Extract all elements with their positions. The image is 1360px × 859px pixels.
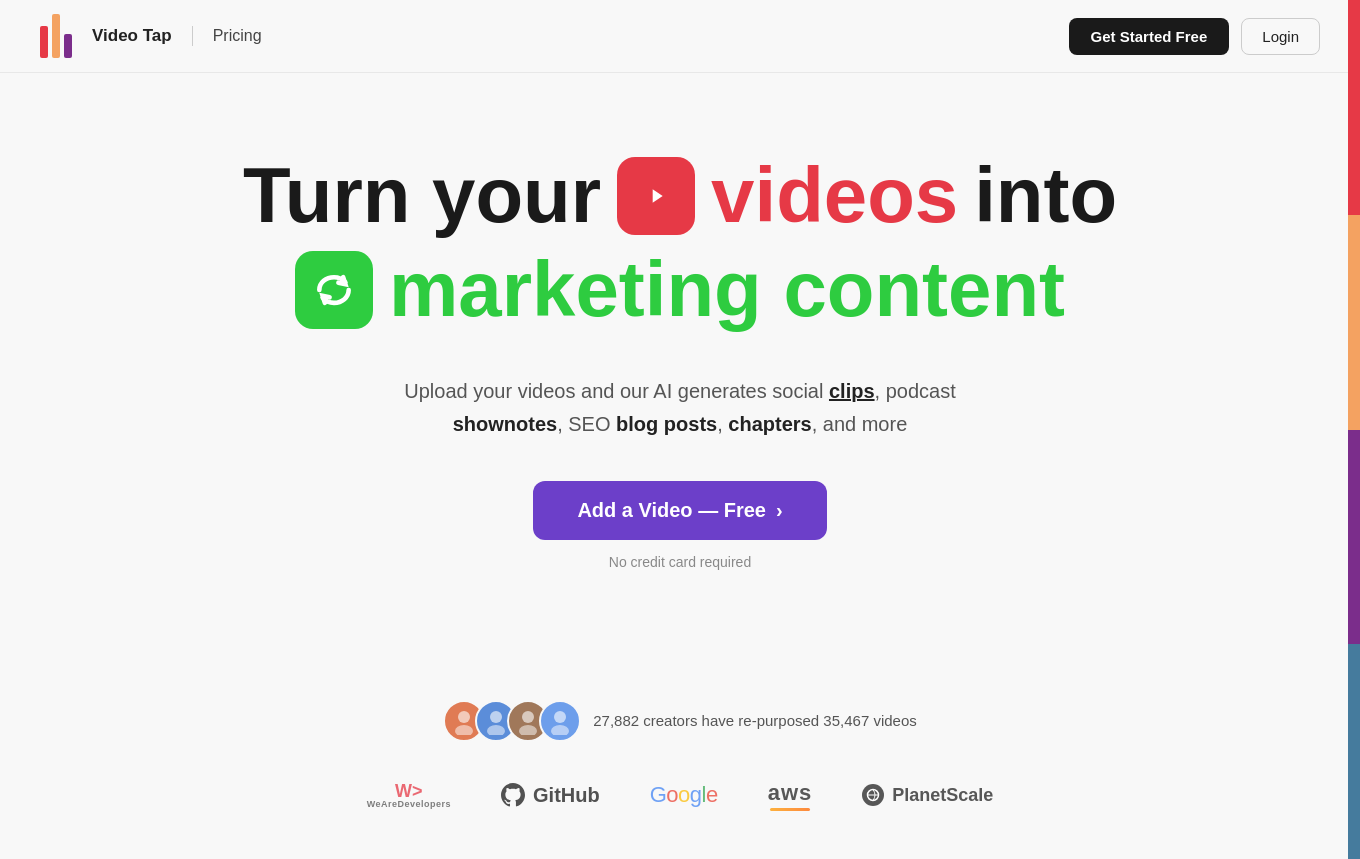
get-started-button[interactable]: Get Started Free: [1069, 18, 1230, 55]
hero-section: Turn your videos into market: [0, 73, 1360, 630]
svg-point-7: [519, 725, 537, 735]
svg-point-6: [522, 711, 534, 723]
subtext-clips: clips: [829, 380, 875, 402]
svg-point-2: [458, 711, 470, 723]
subtext-mid: , podcast: [875, 380, 956, 402]
subtext-seo: , SEO: [557, 413, 616, 435]
no-credit-card-text: No credit card required: [609, 554, 751, 570]
svg-point-8: [554, 711, 566, 723]
cta-button[interactable]: Add a Video — Free ›: [533, 481, 826, 540]
headline-line2: marketing content: [243, 247, 1117, 333]
nav-divider: [192, 26, 193, 46]
svg-point-5: [487, 725, 505, 735]
right-edge-decoration: [1348, 0, 1360, 859]
brand-github: GitHub: [501, 783, 600, 807]
subtext-end: , and more: [812, 413, 908, 435]
headline-turn: Turn your: [243, 153, 601, 239]
nav-right: Get Started Free Login: [1069, 18, 1320, 55]
subtext-chapters: chapters: [728, 413, 811, 435]
nav-left: Video Tap Pricing: [40, 14, 262, 58]
youtube-icon: [617, 157, 695, 235]
headline-videos: videos: [711, 153, 958, 239]
avatar: [539, 700, 581, 742]
svg-point-9: [551, 725, 569, 735]
navbar: Video Tap Pricing Get Started Free Login: [0, 0, 1360, 73]
subtext-shownotes: shownotes: [453, 413, 557, 435]
headline-into: into: [974, 153, 1117, 239]
social-stats-row: 27,882 creators have re-purposed 35,467 …: [443, 700, 917, 742]
headline-marketing: marketing content: [389, 247, 1065, 333]
svg-point-3: [455, 725, 473, 735]
svg-point-4: [490, 711, 502, 723]
avatars-row: [443, 700, 581, 742]
cta-label: Add a Video — Free: [577, 499, 766, 522]
planetscale-label: PlanetScale: [892, 785, 993, 806]
subtext-prefix: Upload your videos and our AI generates …: [404, 380, 829, 402]
social-stats-text: 27,882 creators have re-purposed 35,467 …: [593, 712, 917, 729]
github-label: GitHub: [533, 784, 600, 807]
subtext-comma: ,: [717, 413, 723, 435]
brand-name: Video Tap: [92, 26, 172, 46]
logo-icon: [40, 14, 76, 58]
brand-aws: aws: [768, 780, 813, 811]
brand-planetscale: PlanetScale: [862, 784, 993, 806]
brand-logos-row: W> WeAreDevelopers GitHub Google aws: [367, 780, 994, 811]
nav-pricing-link[interactable]: Pricing: [213, 27, 262, 45]
social-proof-section: 27,882 creators have re-purposed 35,467 …: [0, 700, 1360, 851]
hero-subtext: Upload your videos and our AI generates …: [370, 375, 990, 441]
login-button[interactable]: Login: [1241, 18, 1320, 55]
brand-google: Google: [650, 782, 718, 808]
subtext-blog: blog posts: [616, 413, 717, 435]
brand-wearedevelopers: W> WeAreDevelopers: [367, 782, 451, 809]
loop-icon: [295, 251, 373, 329]
cta-arrow: ›: [776, 499, 783, 522]
hero-headline: Turn your videos into market: [243, 153, 1117, 333]
headline-line1: Turn your videos into: [243, 153, 1117, 239]
